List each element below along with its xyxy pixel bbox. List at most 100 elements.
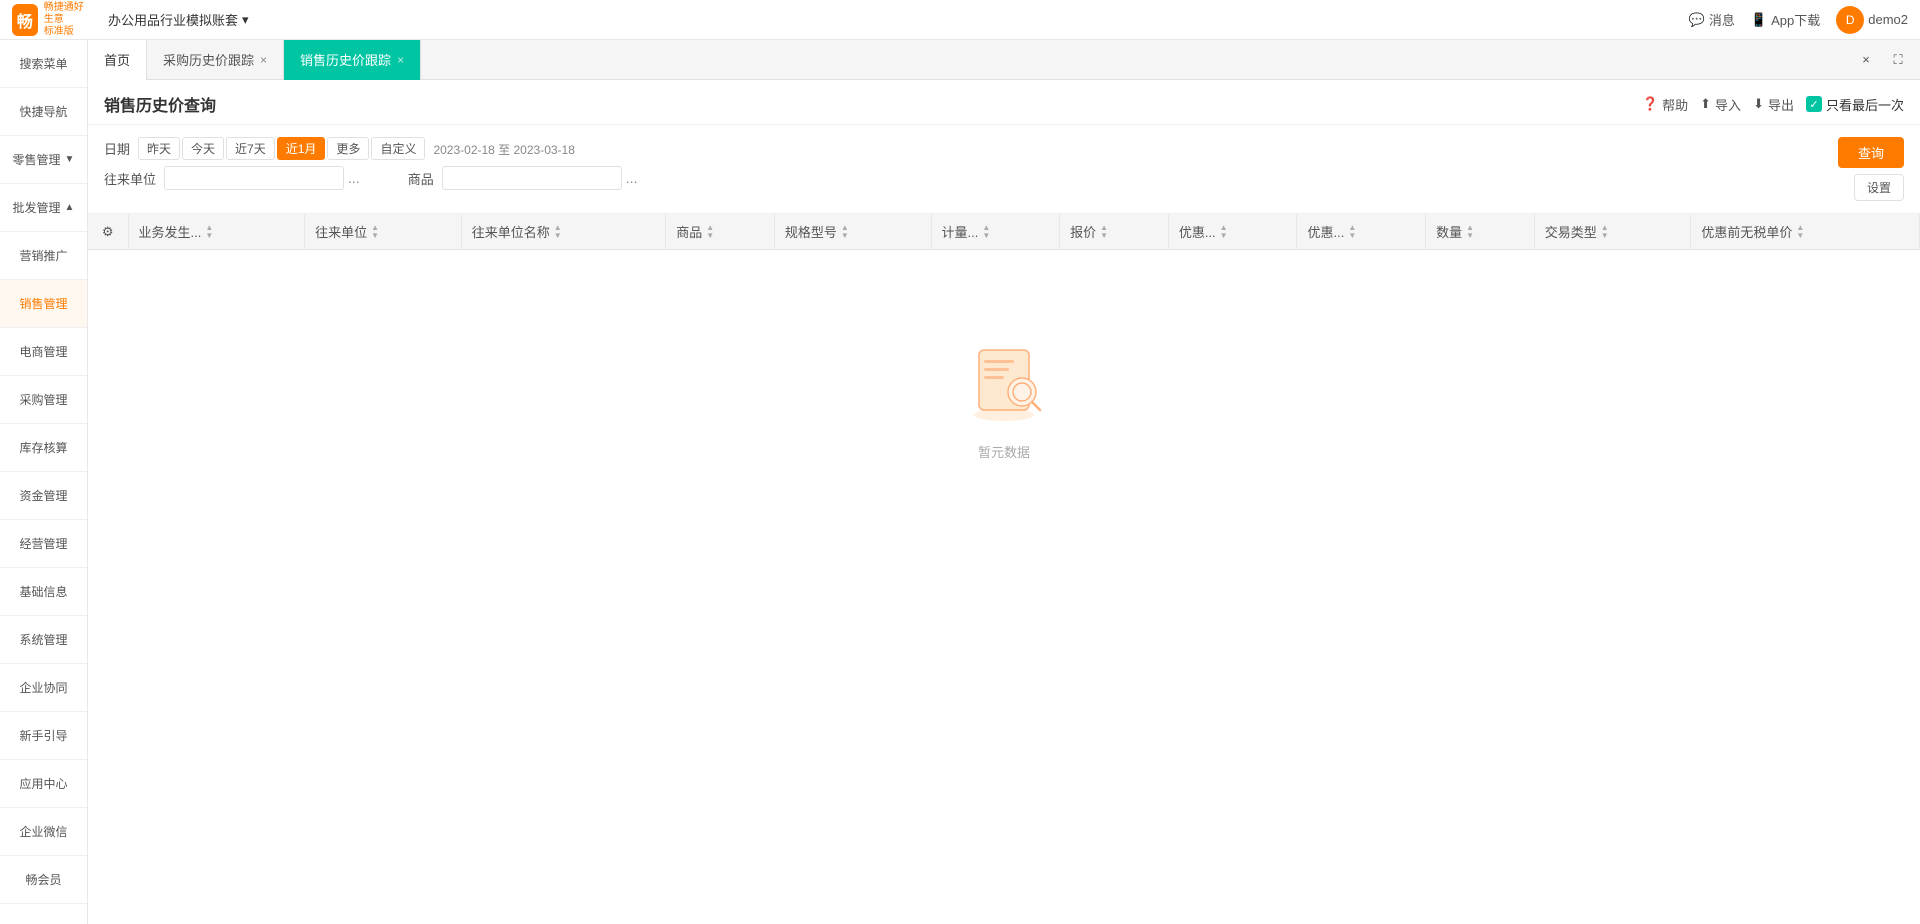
help-icon: ❓ xyxy=(1642,96,1658,112)
tab-close-icon[interactable]: × xyxy=(397,53,404,67)
sidebar-item-operations-mgmt[interactable]: 经营管理 xyxy=(0,520,87,568)
filter-col-right: 查询 设置 xyxy=(1822,137,1904,201)
sidebar-item-purchase-mgmt[interactable]: 采购管理 xyxy=(0,376,87,424)
fullscreen-button[interactable]: ⛶ xyxy=(1884,46,1912,74)
sidebar-item-system-mgmt[interactable]: 系统管理 xyxy=(0,616,87,664)
sidebar-item-enterprise-wechat[interactable]: 企业微信 xyxy=(0,808,87,856)
message-icon: 💬 xyxy=(1689,12,1705,28)
sidebar-item-label: 系统管理 xyxy=(19,631,67,648)
goods-input[interactable] xyxy=(442,166,622,190)
header-right: 💬 消息 📱 App下载 D demo2 xyxy=(1689,6,1908,34)
th-goods[interactable]: 商品 ▲▼ xyxy=(666,214,775,250)
date-btn-more[interactable]: 更多 xyxy=(327,137,369,160)
date-btn-7days[interactable]: 近7天 xyxy=(226,137,275,160)
sidebar-item-label: 快捷导航 xyxy=(19,103,67,120)
checkbox-icon: ✓ xyxy=(1806,96,1822,112)
app-selector[interactable]: 办公用品行业模拟账套 ▾ xyxy=(100,6,257,33)
sidebar-item-ecommerce-mgmt[interactable]: 电商管理 xyxy=(0,328,87,376)
sidebar-item-inventory[interactable]: 库存核算 xyxy=(0,424,87,472)
sidebar-item-label: 销售管理 xyxy=(19,295,67,312)
sort-arrows: ▲▼ xyxy=(205,224,213,240)
fullscreen-icon: ⛶ xyxy=(1893,52,1902,68)
content-area: 首页 采购历史价跟踪 × 销售历史价跟踪 × × ⛶ xyxy=(88,40,1920,924)
th-partner-code[interactable]: 往来单位 ▲▼ xyxy=(305,214,462,250)
th-trade-type[interactable]: 交易类型 ▲▼ xyxy=(1534,214,1691,250)
th-biz-date[interactable]: 业务发生... ▲▼ xyxy=(128,214,305,250)
sidebar-item-basic-info[interactable]: 基础信息 xyxy=(0,568,87,616)
sort-arrows: ▲▼ xyxy=(982,224,990,240)
page-actions: ❓ 帮助 ⬆ 导入 ⬇ 导出 ✓ 只看最后一次 xyxy=(1642,95,1904,114)
goods-input-group: ... xyxy=(442,166,638,190)
sidebar-item-wholesale-mgmt[interactable]: 批发管理 ▲ xyxy=(0,184,87,232)
only-last-checkbox[interactable]: ✓ 只看最后一次 xyxy=(1806,95,1904,114)
sidebar-item-label: 批发管理 xyxy=(13,199,61,216)
sidebar-item-app-center[interactable]: 应用中心 xyxy=(0,760,87,808)
th-spec[interactable]: 规格型号 ▲▼ xyxy=(774,214,931,250)
th-partner-name[interactable]: 往来单位名称 ▲▼ xyxy=(461,214,666,250)
th-qty[interactable]: 数量 ▲▼ xyxy=(1426,214,1535,250)
sidebar-item-label: 零售管理 xyxy=(13,151,61,168)
sidebar-item-label: 畅会员 xyxy=(25,871,61,888)
tab-label: 采购历史价跟踪 xyxy=(163,50,254,69)
sidebar-item-finance-mgmt[interactable]: 资金管理 xyxy=(0,472,87,520)
tab-purchase-history[interactable]: 采购历史价跟踪 × xyxy=(147,40,284,80)
sidebar-item-marketing[interactable]: 营销推广 xyxy=(0,232,87,280)
logo-icon: 畅 xyxy=(12,4,38,36)
sidebar-item-retail-mgmt[interactable]: 零售管理 ▼ xyxy=(0,136,87,184)
import-icon: ⬆ xyxy=(1700,96,1711,112)
help-button[interactable]: ❓ 帮助 xyxy=(1642,95,1688,114)
partner-input[interactable] xyxy=(164,166,344,190)
date-label: 日期 xyxy=(104,139,130,158)
export-button[interactable]: ⬇ 导出 xyxy=(1753,95,1794,114)
th-price[interactable]: 报价 ▲▼ xyxy=(1060,214,1169,250)
app-download-btn[interactable]: 📱 App下载 xyxy=(1751,10,1820,29)
sidebar-item-quick-nav[interactable]: 快捷导航 xyxy=(0,88,87,136)
date-btn-custom[interactable]: 自定义 xyxy=(371,137,425,160)
tab-sales-history[interactable]: 销售历史价跟踪 × xyxy=(284,40,421,80)
date-btn-today[interactable]: 今天 xyxy=(182,137,224,160)
chevron-up-icon: ▲ xyxy=(65,202,75,213)
sidebar-item-new-user-guide[interactable]: 新手引导 xyxy=(0,712,87,760)
sidebar-item-label: 营销推广 xyxy=(19,247,67,264)
tab-close-icon[interactable]: × xyxy=(260,53,267,67)
empty-state: 暂元数据 xyxy=(88,250,1920,541)
sidebar-item-member-club[interactable]: 畅会员 xyxy=(0,856,87,904)
query-button[interactable]: 查询 xyxy=(1838,137,1904,168)
date-range-text: 2023-02-18 至 2023-03-18 xyxy=(433,141,574,158)
table-container: ⚙ 业务发生... ▲▼ 往来单位 xyxy=(88,214,1920,541)
chevron-down-icon: ▾ xyxy=(242,12,249,28)
th-unit[interactable]: 计量... ▲▼ xyxy=(931,214,1060,250)
settings-button[interactable]: 设置 xyxy=(1854,174,1904,201)
logo-area: 畅 畅捷通好生意 标准版 xyxy=(12,2,92,38)
sidebar-item-enterprise-collab[interactable]: 企业协同 xyxy=(0,664,87,712)
sidebar-item-search-menu[interactable]: 搜索菜单 xyxy=(0,40,87,88)
partner-label: 往来单位 xyxy=(104,169,156,188)
th-pretax-price[interactable]: 优惠前无税单价 ▲▼ xyxy=(1691,214,1920,250)
sort-arrows: ▲▼ xyxy=(1348,224,1356,240)
tab-home[interactable]: 首页 xyxy=(88,40,147,80)
sidebar-item-sales-mgmt[interactable]: 销售管理 xyxy=(0,280,87,328)
table-header-row: ⚙ 业务发生... ▲▼ 往来单位 xyxy=(88,214,1920,250)
import-button[interactable]: ⬆ 导入 xyxy=(1700,95,1741,114)
tab-right-controls: × ⛶ xyxy=(1852,46,1920,74)
date-btn-yesterday[interactable]: 昨天 xyxy=(138,137,180,160)
partner-dots-icon[interactable]: ... xyxy=(348,170,360,186)
sort-arrows: ▲▼ xyxy=(1796,224,1804,240)
close-tab-button[interactable]: × xyxy=(1852,46,1880,74)
th-settings[interactable]: ⚙ xyxy=(88,214,128,250)
partner-input-group: ... xyxy=(164,166,360,190)
goods-dots-icon[interactable]: ... xyxy=(626,170,638,186)
sidebar-item-label: 资金管理 xyxy=(19,487,67,504)
message-btn[interactable]: 💬 消息 xyxy=(1689,10,1735,29)
th-discount1[interactable]: 优惠... ▲▼ xyxy=(1168,214,1297,250)
data-table: ⚙ 业务发生... ▲▼ 往来单位 xyxy=(88,214,1920,250)
date-btn-1month[interactable]: 近1月 xyxy=(277,137,326,160)
user-menu[interactable]: D demo2 xyxy=(1836,6,1908,34)
sort-arrows: ▲▼ xyxy=(1220,224,1228,240)
main-layout: 搜索菜单 快捷导航 零售管理 ▼ 批发管理 ▲ 营销推广 销售管理 电商管理 采 xyxy=(0,40,1920,924)
sort-arrows: ▲▼ xyxy=(1100,224,1108,240)
tab-label: 销售历史价跟踪 xyxy=(300,50,391,69)
sort-arrows: ▲▼ xyxy=(1466,224,1474,240)
th-discount2[interactable]: 优惠... ▲▼ xyxy=(1297,214,1426,250)
header-bar: 畅 畅捷通好生意 标准版 办公用品行业模拟账套 ▾ 💬 消息 📱 App下载 D… xyxy=(0,0,1920,40)
